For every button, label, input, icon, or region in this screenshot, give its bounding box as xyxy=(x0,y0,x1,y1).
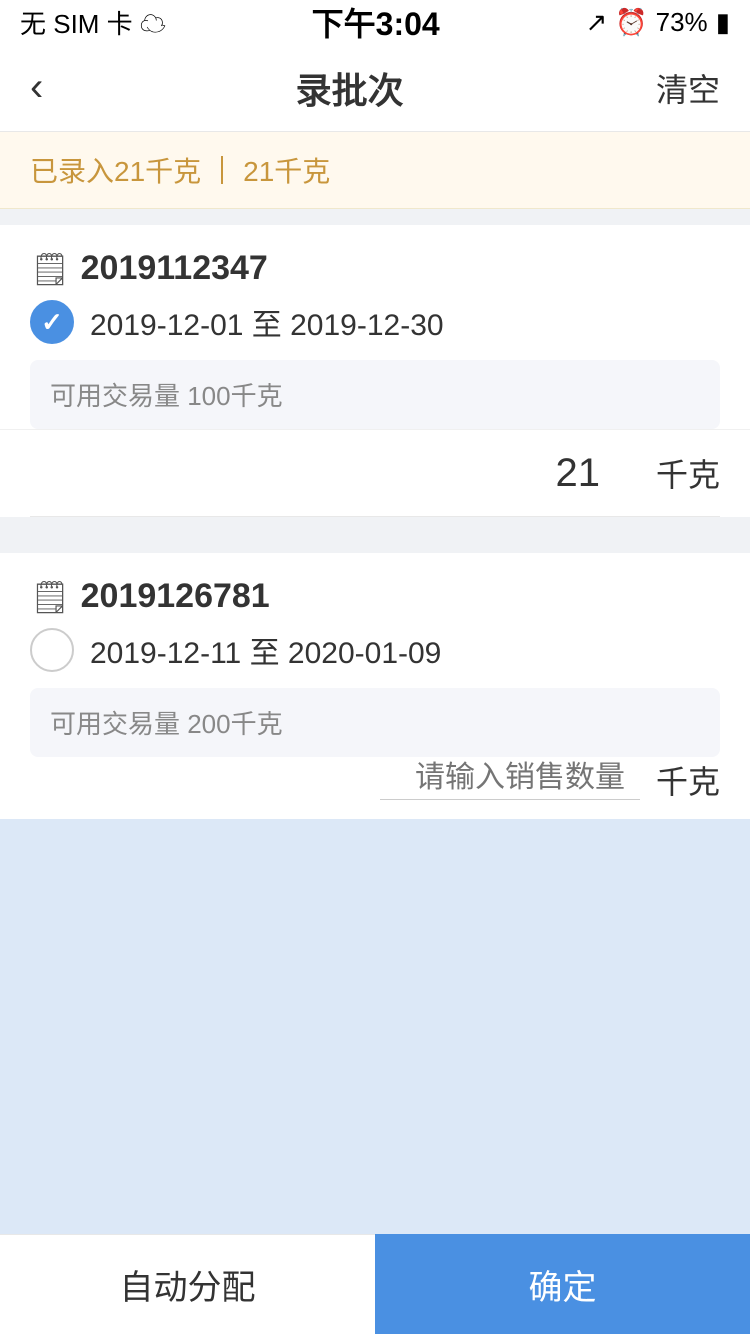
status-left: 无 SIM 卡 ☁ xyxy=(20,4,166,41)
no-sim-label: 无 SIM 卡 ☁ xyxy=(20,4,166,41)
quantity-value-1: 21 xyxy=(555,451,600,496)
radio-unchecked-2[interactable] xyxy=(30,628,74,672)
alarm-icon: ⏰ xyxy=(615,7,647,38)
sale-quantity-row-2: 千克 xyxy=(0,757,750,819)
quantity-row-1: 21 千克 xyxy=(0,429,750,516)
status-bar: 无 SIM 卡 ☁ 下午3:04 ↗ ⏰ 73% ▮ xyxy=(0,0,750,44)
batch-doc-icon-2: 🗒 xyxy=(30,578,71,616)
sale-quantity-input-2[interactable] xyxy=(380,761,640,800)
batch-id-row-1: 🗒 2019112347 xyxy=(30,249,720,288)
summary-label: 已录入21千克 xyxy=(30,150,201,190)
card-separator xyxy=(0,517,750,537)
page-title: 录批次 xyxy=(296,62,404,114)
status-right: ↗ ⏰ 73% ▮ xyxy=(585,7,730,38)
radio-checked-1[interactable] xyxy=(30,300,74,344)
clear-button[interactable]: 清空 xyxy=(656,65,720,111)
sale-unit-2: 千克 xyxy=(656,757,720,803)
available-box-2: 可用交易量 200千克 xyxy=(30,688,720,757)
auto-distribute-button[interactable]: 自动分配 xyxy=(0,1234,375,1334)
location-icon: ↗ xyxy=(585,7,607,38)
batch-date-row-2[interactable]: 2019-12-11 至 2020-01-09 xyxy=(30,628,720,672)
batch-date-row-1[interactable]: 2019-12-01 至 2019-12-30 xyxy=(30,300,720,344)
empty-area xyxy=(0,819,750,1249)
battery-label: 73% xyxy=(656,7,708,38)
sale-input-wrap xyxy=(30,761,640,800)
batch-date-2: 2019-12-11 至 2020-01-09 xyxy=(90,628,441,672)
nav-bar: ‹ 录批次 清空 xyxy=(0,44,750,132)
summary-value: 21千克 xyxy=(243,150,330,190)
batch-id-1: 2019112347 xyxy=(81,249,268,288)
summary-divider xyxy=(221,156,223,184)
batch-date-1: 2019-12-01 至 2019-12-30 xyxy=(90,300,444,344)
batch-id-row-2: 🗒 2019126781 xyxy=(30,577,720,616)
battery-icon: ▮ xyxy=(716,7,730,38)
confirm-button[interactable]: 确定 xyxy=(375,1234,750,1334)
available-box-1: 可用交易量 100千克 xyxy=(30,360,720,429)
summary-bar: 已录入21千克 21千克 xyxy=(0,132,750,209)
batch-card-2: 🗒 2019126781 2019-12-11 至 2020-01-09 可用交… xyxy=(0,553,750,819)
quantity-unit-1: 千克 xyxy=(656,450,720,496)
back-button[interactable]: ‹ xyxy=(30,65,43,110)
batch-doc-icon-1: 🗒 xyxy=(30,250,71,288)
bottom-bar: 自动分配 确定 xyxy=(0,1234,750,1334)
status-time: 下午3:04 xyxy=(312,0,440,45)
batch-card-1: 🗒 2019112347 2019-12-01 至 2019-12-30 可用交… xyxy=(0,225,750,517)
batch-id-2: 2019126781 xyxy=(81,577,270,616)
